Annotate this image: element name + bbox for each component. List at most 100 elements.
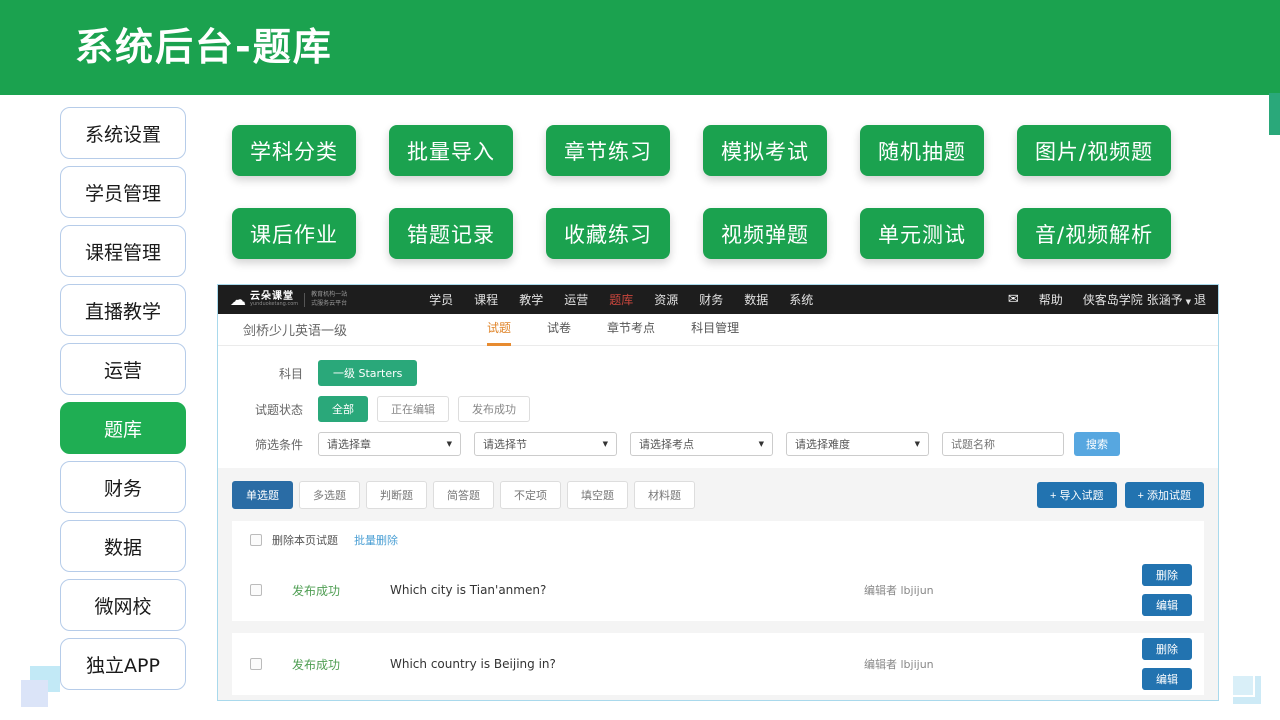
row-actions: 删除 编辑 (1142, 638, 1192, 690)
chapter-select[interactable]: 请选择章 ▼ (318, 432, 461, 456)
point-select[interactable]: 请选择考点 ▼ (630, 432, 773, 456)
tab-papers[interactable]: 试卷 (547, 314, 571, 346)
filter-row-subject: 科目 一级 Starters (218, 360, 1218, 386)
status-label: 试题状态 (218, 401, 303, 418)
row-actions: 删除 编辑 (1142, 564, 1192, 616)
feature-batch-import[interactable]: 批量导入 (389, 125, 513, 176)
edit-button[interactable]: 编辑 (1142, 594, 1192, 616)
sidebar-item-question-bank[interactable]: 题库 (60, 402, 186, 454)
tab-questions[interactable]: 试题 (487, 314, 511, 346)
page-title: 系统后台-题库 (0, 0, 1280, 95)
sidebar: 系统设置 学员管理 课程管理 直播教学 运营 题库 财务 数据 微网校 独立AP… (60, 107, 186, 697)
question-text: Which city is Tian'anmen? (390, 583, 546, 597)
feature-audio-video-analysis[interactable]: 音/视频解析 (1017, 208, 1171, 259)
nav-item-data[interactable]: 数据 (744, 291, 768, 308)
chevron-down-icon: ▼ (915, 440, 920, 448)
type-tab-short-answer[interactable]: 简答题 (433, 481, 494, 509)
subject-tag[interactable]: 一级 Starters (318, 360, 417, 386)
feature-subject-category[interactable]: 学科分类 (232, 125, 356, 176)
list-header: 删除本页试题 批量删除 (232, 521, 1204, 559)
feature-favorite-practice[interactable]: 收藏练习 (546, 208, 670, 259)
chevron-down-icon: ▼ (603, 440, 608, 448)
sidebar-item-micro-school[interactable]: 微网校 (60, 579, 186, 631)
table-row: 发布成功 Which city is Tian'anmen? 编辑者 lbjij… (232, 559, 1204, 621)
question-type-row: 单选题 多选题 判断题 简答题 不定项 填空题 材料题 + 导入试题 + 添加试… (232, 481, 1204, 509)
feature-homework[interactable]: 课后作业 (232, 208, 356, 259)
type-actions: + 导入试题 + 添加试题 (1037, 482, 1204, 508)
sidebar-item-finance[interactable]: 财务 (60, 461, 186, 513)
logo-divider (304, 293, 305, 307)
difficulty-select[interactable]: 请选择难度 ▼ (786, 432, 929, 456)
tab-subject-management[interactable]: 科目管理 (691, 314, 739, 346)
import-questions-button[interactable]: + 导入试题 (1037, 482, 1116, 508)
feature-row-1: 学科分类 批量导入 章节练习 模拟考试 随机抽题 图片/视频题 (232, 125, 1171, 176)
status-option-published[interactable]: 发布成功 (458, 396, 530, 422)
decoration-square (21, 680, 48, 707)
status-badge: 发布成功 (292, 582, 362, 599)
help-link[interactable]: 帮助 (1039, 291, 1063, 308)
admin-nav-items: 学员 课程 教学 运营 题库 资源 财务 数据 系统 (429, 291, 813, 308)
sidebar-item-standalone-app[interactable]: 独立APP (60, 638, 186, 690)
mail-icon[interactable]: ✉ (1008, 292, 1019, 307)
filter-panel: 科目 一级 Starters 试题状态 全部 正在编辑 发布成功 筛选条件 请选… (218, 346, 1218, 468)
feature-random-draw[interactable]: 随机抽题 (860, 125, 984, 176)
question-list: 删除本页试题 批量删除 发布成功 Which city is Tian'anme… (232, 521, 1204, 695)
status-option-editing[interactable]: 正在编辑 (377, 396, 449, 422)
sidebar-item-live-teaching[interactable]: 直播教学 (60, 284, 186, 336)
type-tab-single-choice[interactable]: 单选题 (232, 481, 293, 509)
type-tab-material[interactable]: 材料题 (634, 481, 695, 509)
editor-label: 编辑者 lbjijun (864, 656, 934, 672)
nav-item-resources[interactable]: 资源 (654, 291, 678, 308)
account-menu[interactable]: 侠客岛学院 张涵予▼退 (1083, 291, 1206, 308)
type-tab-true-false[interactable]: 判断题 (366, 481, 427, 509)
feature-unit-test[interactable]: 单元测试 (860, 208, 984, 259)
admin-subnav: 剑桥少儿英语一级 试题 试卷 章节考点 科目管理 (218, 314, 1218, 346)
nav-item-system[interactable]: 系统 (789, 291, 813, 308)
status-badge: 发布成功 (292, 656, 362, 673)
delete-button[interactable]: 删除 (1142, 564, 1192, 586)
feature-video-popup-question[interactable]: 视频弹题 (703, 208, 827, 259)
add-question-button[interactable]: + 添加试题 (1125, 482, 1204, 508)
delete-page-label: 删除本页试题 (272, 532, 338, 548)
feature-wrong-question-record[interactable]: 错题记录 (389, 208, 513, 259)
course-name: 剑桥少儿英语一级 (243, 320, 347, 339)
batch-delete-link[interactable]: 批量删除 (354, 532, 398, 548)
sidebar-item-data[interactable]: 数据 (60, 520, 186, 572)
nav-item-finance[interactable]: 财务 (699, 291, 723, 308)
nav-item-students[interactable]: 学员 (429, 291, 453, 308)
editor-label: 编辑者 lbjijun (864, 582, 934, 598)
feature-chapter-practice[interactable]: 章节练习 (546, 125, 670, 176)
nav-item-courses[interactable]: 课程 (474, 291, 498, 308)
question-name-input[interactable] (942, 432, 1064, 456)
nav-item-operations[interactable]: 运营 (564, 291, 588, 308)
tab-chapter-points[interactable]: 章节考点 (607, 314, 655, 346)
page-header: 系统后台-题库 (0, 0, 1280, 95)
sidebar-item-course-management[interactable]: 课程管理 (60, 225, 186, 277)
status-option-all[interactable]: 全部 (318, 396, 368, 422)
search-button[interactable]: 搜索 (1074, 432, 1120, 456)
delete-button[interactable]: 删除 (1142, 638, 1192, 660)
type-tab-multi-choice[interactable]: 多选题 (299, 481, 360, 509)
chevron-down-icon: ▼ (1186, 298, 1191, 306)
sidebar-item-system-settings[interactable]: 系统设置 (60, 107, 186, 159)
row-checkbox[interactable] (250, 658, 262, 670)
section-select[interactable]: 请选择节 ▼ (474, 432, 617, 456)
edit-button[interactable]: 编辑 (1142, 668, 1192, 690)
nav-item-teaching[interactable]: 教学 (519, 291, 543, 308)
feature-mock-exam[interactable]: 模拟考试 (703, 125, 827, 176)
filter-row-conditions: 筛选条件 请选择章 ▼ 请选择节 ▼ 请选择考点 ▼ 请选择难度 ▼ (218, 432, 1218, 456)
account-name: 侠客岛学院 张涵予 (1083, 293, 1183, 307)
nav-item-question-bank[interactable]: 题库 (609, 291, 633, 308)
type-tab-fill-blank[interactable]: 填空题 (567, 481, 628, 509)
feature-image-video-question[interactable]: 图片/视频题 (1017, 125, 1171, 176)
select-all-checkbox[interactable] (250, 534, 262, 546)
admin-tabs: 试题 试卷 章节考点 科目管理 (487, 314, 739, 346)
type-tab-indefinite[interactable]: 不定项 (500, 481, 561, 509)
decoration-square (1224, 668, 1255, 697)
sidebar-item-student-management[interactable]: 学员管理 (60, 166, 186, 218)
logout-link[interactable]: 退 (1194, 293, 1206, 307)
sidebar-item-operations[interactable]: 运营 (60, 343, 186, 395)
row-checkbox[interactable] (250, 584, 262, 596)
question-text: Which country is Beijing in? (390, 657, 556, 671)
question-list-section: 单选题 多选题 判断题 简答题 不定项 填空题 材料题 + 导入试题 + 添加试… (218, 468, 1218, 701)
